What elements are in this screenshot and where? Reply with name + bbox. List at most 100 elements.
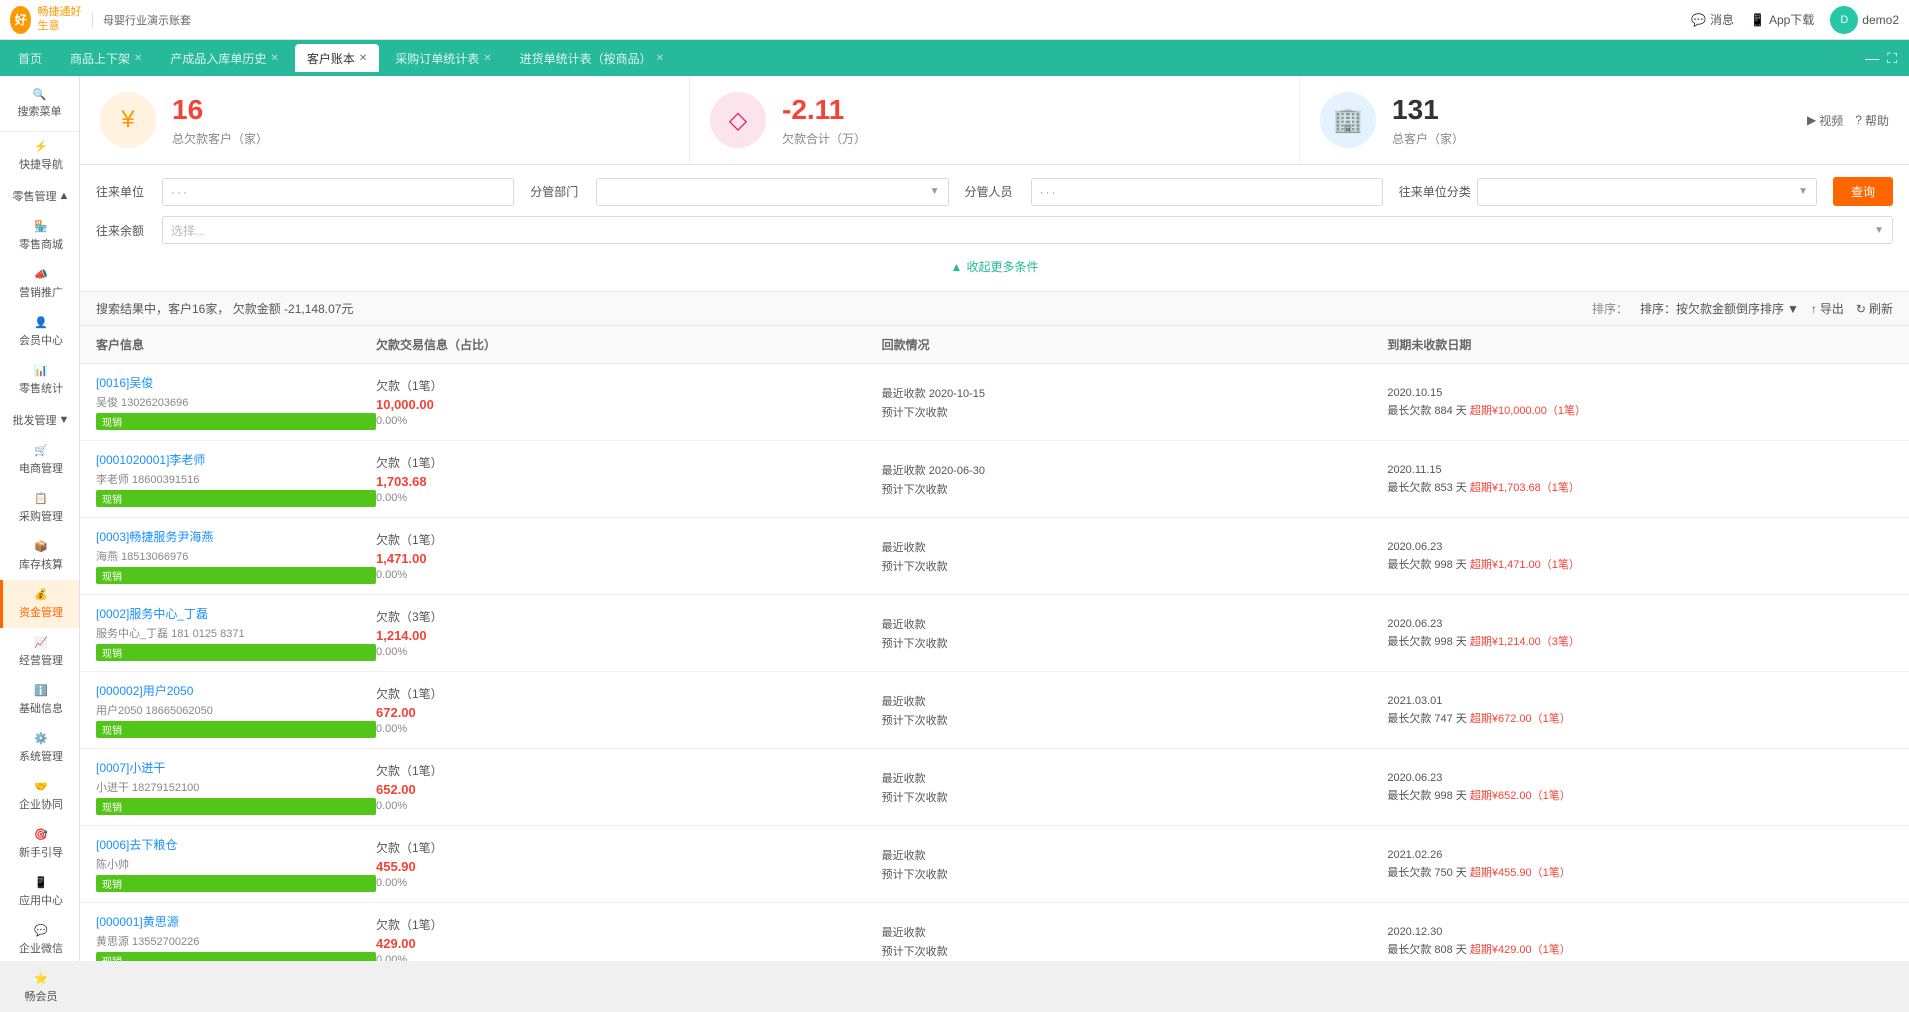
debt-amount-icon: ◇ xyxy=(710,92,766,148)
sidebar-item-finance[interactable]: 💰 资金管理 xyxy=(0,580,79,628)
manager-input[interactable]: ··· xyxy=(1031,178,1383,206)
collection-info-cell: 最近收款 预计下次收款 xyxy=(882,693,1388,728)
balance-select[interactable]: 选择... ▼ xyxy=(162,216,1893,244)
collapse-btn[interactable]: ▲ 收起更多条件 xyxy=(96,254,1893,279)
customer-info-cell: [000001]黄思源 黄思源 13552700226 现销 xyxy=(96,913,376,961)
source-category-select[interactable]: ▼ xyxy=(1477,178,1817,206)
tab-purchase-order[interactable]: 采购订单统计表 ✕ xyxy=(383,44,503,72)
filter-manager: 分管人员 ··· xyxy=(965,178,1383,206)
filter-area: 往来单位 ··· 分管部门 ▼ 分管人员 ··· xyxy=(80,165,1909,292)
tab-collapse-btn[interactable]: — xyxy=(1865,50,1879,67)
overdue-link[interactable]: 超期¥1,703.68（1笔） xyxy=(1470,482,1580,494)
tab-inventory-stats[interactable]: 进货单统计表（按商品） ✕ xyxy=(508,44,676,72)
last-collection: 最近收款 xyxy=(882,847,1388,863)
customer-name-link[interactable]: [0001020001]李老师 xyxy=(96,451,376,468)
overdue-link[interactable]: 超期¥1,471.00（1笔） xyxy=(1470,559,1580,571)
customer-sub: 黄思源 13552700226 xyxy=(96,933,376,949)
next-collection: 预计下次收款 xyxy=(882,481,1388,497)
sidebar-item-member-center[interactable]: 👤 会员中心 xyxy=(0,308,79,356)
stat-card-debt-customers: ¥ 16 总欠款客户（家） xyxy=(80,76,690,164)
customer-tag: 现销 xyxy=(96,413,376,430)
customer-name-link[interactable]: [000002]用户2050 xyxy=(96,682,376,699)
debt-amount-info: -2.11 欠款合计（万） xyxy=(782,94,866,147)
sidebar-item-new-guide[interactable]: 🎯 新手引导 xyxy=(0,820,79,868)
message-btn[interactable]: 💬 消息 xyxy=(1691,11,1734,28)
sort-select[interactable]: 排序：按欠款金额倒序排序 ▼ xyxy=(1640,300,1799,317)
search-menu-btn[interactable]: 🔍 搜索菜单 xyxy=(4,84,75,123)
tab-home[interactable]: 首页 xyxy=(6,44,54,72)
customer-name-link[interactable]: [0002]服务中心_丁磊 xyxy=(96,605,376,622)
user-menu[interactable]: D demo2 xyxy=(1830,6,1899,34)
sidebar-item-system[interactable]: ⚙️ 系统管理 xyxy=(0,724,79,772)
department-label: 分管部门 xyxy=(530,183,590,200)
table-row: [0001020001]李老师 李老师 18600391516 现销 欠款（1笔… xyxy=(80,441,1909,518)
sidebar-item-retail-mall[interactable]: 🏪 零售商城 xyxy=(0,212,79,260)
overdue-link[interactable]: 超期¥672.00（1笔） xyxy=(1470,713,1571,725)
tab-fullscreen-btn[interactable]: ⛶ xyxy=(1887,50,1897,67)
customer-name-link[interactable]: [0007]小迸干 xyxy=(96,759,376,776)
sidebar-item-retail-stats[interactable]: 📊 零售统计 xyxy=(0,356,79,404)
collapse-icon: ▲ xyxy=(951,260,963,274)
system-icon: ⚙️ xyxy=(34,732,48,745)
app-download-btn[interactable]: 📱 App下载 xyxy=(1750,11,1814,28)
stat-card-debt-amount: ◇ -2.11 欠款合计（万） xyxy=(690,76,1300,164)
customer-tag: 现销 xyxy=(96,490,376,507)
overdue-info-cell: 2021.03.01 最长欠款 747 天 超期¥672.00（1笔） xyxy=(1387,695,1893,726)
customer-name-link[interactable]: [0016]吴俊 xyxy=(96,374,376,391)
sidebar-item-marketing[interactable]: 📣 营销推广 xyxy=(0,260,79,308)
tab-close-inventory-stats[interactable]: ✕ xyxy=(656,53,664,64)
debt-info-cell: 欠款（1笔） 1,703.68 0.00% xyxy=(376,454,882,504)
refresh-btn[interactable]: ↻ 刷新 xyxy=(1856,300,1893,317)
debt-count: 欠款（1笔） xyxy=(376,531,882,548)
overdue-days: 最长欠款 884 天 超期¥10,000.00（1笔） xyxy=(1387,402,1893,418)
next-collection: 预计下次收款 xyxy=(882,712,1388,728)
sidebar-item-basic-info[interactable]: ℹ️ 基础信息 xyxy=(0,676,79,724)
tab-close-production[interactable]: ✕ xyxy=(270,53,278,64)
sidebar-item-quick-nav[interactable]: ⚡ 快捷导航 xyxy=(0,132,79,180)
export-btn[interactable]: ↑ 导出 xyxy=(1811,300,1844,317)
sidebar-item-enterprise-collab[interactable]: 🤝 企业协同 xyxy=(0,772,79,820)
marketing-icon: 📣 xyxy=(34,268,48,281)
table-row: [000002]用户2050 用户2050 18665062050 现销 欠款（… xyxy=(80,672,1909,749)
sidebar-item-inventory[interactable]: 📦 库存核算 xyxy=(0,532,79,580)
overdue-link[interactable]: 超期¥429.00（1笔） xyxy=(1470,944,1571,956)
view-video-btn[interactable]: ▶ 视频 xyxy=(1807,112,1843,129)
content-area: ¥ 16 总欠款客户（家） ◇ -2.11 欠款合计（万） 🏢 131 总客户（… xyxy=(80,76,1909,961)
retail-stats-icon: 📊 xyxy=(34,364,48,377)
debt-count: 欠款（1笔） xyxy=(376,377,882,394)
customer-info-cell: [0016]吴俊 吴俊 13026203696 现销 xyxy=(96,374,376,430)
sidebar-item-purchase-mgmt[interactable]: 📋 采购管理 xyxy=(0,484,79,532)
tab-close-products[interactable]: ✕ xyxy=(134,53,142,64)
source-unit-input[interactable]: ··· xyxy=(162,178,514,206)
debt-count: 欠款（1笔） xyxy=(376,839,882,856)
department-select[interactable]: ▼ xyxy=(596,178,948,206)
sidebar-item-ecommerce[interactable]: 🛒 电商管理 xyxy=(0,436,79,484)
table-header: 客户信息 欠款交易信息（占比） 回款情况 到期未收款日期 xyxy=(80,326,1909,364)
overdue-link[interactable]: 超期¥10,000.00（1笔） xyxy=(1470,405,1586,417)
tab-close-customer-account[interactable]: ✕ xyxy=(359,53,367,64)
help-btn[interactable]: ? 帮助 xyxy=(1855,112,1889,129)
sidebar-item-batch-mgmt[interactable]: 批发管理 ▼ xyxy=(0,404,79,436)
tab-customer-account[interactable]: 客户账本 ✕ xyxy=(295,44,379,72)
sidebar-item-enterprise-wechat[interactable]: 💬 企业微信 xyxy=(0,916,79,964)
overdue-link[interactable]: 超期¥455.90（1笔） xyxy=(1470,867,1571,879)
search-button[interactable]: 查询 xyxy=(1833,177,1893,206)
app-center-icon: 📱 xyxy=(34,876,48,889)
sidebar: 🔍 搜索菜单 ⚡ 快捷导航 零售管理 ▲ 🏪 零售商城 📣 营销推广 👤 会员中… xyxy=(0,76,80,961)
tab-close-purchase-order[interactable]: ✕ xyxy=(483,53,491,64)
sidebar-item-member-plus[interactable]: ⭐ 畅会员 xyxy=(0,964,79,1012)
customer-name-link[interactable]: [0003]畅捷服务尹海燕 xyxy=(96,528,376,545)
overdue-link[interactable]: 超期¥652.00（1笔） xyxy=(1470,790,1571,802)
overdue-info-cell: 2020.10.15 最长欠款 884 天 超期¥10,000.00（1笔） xyxy=(1387,387,1893,418)
customer-name-link[interactable]: [0006]去下粮仓 xyxy=(96,836,376,853)
sidebar-item-operations[interactable]: 📈 经营管理 xyxy=(0,628,79,676)
table-row: [0003]畅捷服务尹海燕 海燕 18513066976 现销 欠款（1笔） 1… xyxy=(80,518,1909,595)
customer-name-link[interactable]: [000001]黄思源 xyxy=(96,913,376,930)
overdue-link[interactable]: 超期¥1,214.00（3笔） xyxy=(1470,636,1580,648)
tab-production[interactable]: 产成品入库单历史 ✕ xyxy=(158,44,290,72)
sidebar-item-app-center[interactable]: 📱 应用中心 xyxy=(0,868,79,916)
tab-products[interactable]: 商品上下架 ✕ xyxy=(58,44,154,72)
debt-info-cell: 欠款（1笔） 455.90 0.00% xyxy=(376,839,882,889)
next-collection: 预计下次收款 xyxy=(882,558,1388,574)
sidebar-item-retail-mgmt[interactable]: 零售管理 ▲ xyxy=(0,180,79,212)
